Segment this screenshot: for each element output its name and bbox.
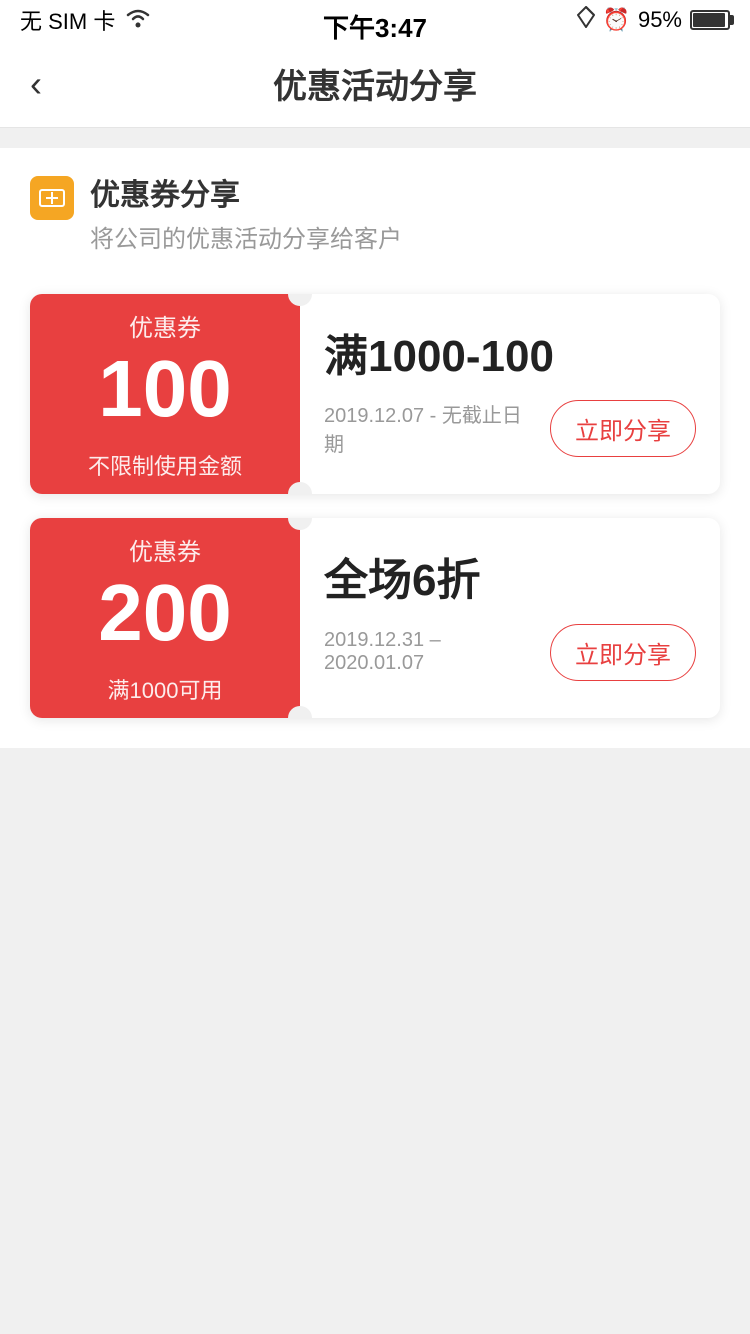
coupon-date-row-1: 2019.12.07 - 无截止日期 立即分享 xyxy=(324,399,696,457)
coupon-card-2: 优惠券 200 满1000可用 全场6折 2019.12.31 – 2020.0… xyxy=(30,518,720,718)
coupon-right-2: 全场6折 2019.12.31 – 2020.01.07 立即分享 xyxy=(300,518,720,718)
coupon-date-1: 2019.12.07 - 无截止日期 xyxy=(324,399,538,457)
back-button[interactable]: ‹ xyxy=(30,66,42,102)
coupon-amount-2: 200 xyxy=(98,573,231,653)
coupon-right-1: 满1000-100 2019.12.07 - 无截止日期 立即分享 xyxy=(300,294,720,494)
coupon-card: 优惠券 100 不限制使用金额 满1000-100 2019.12.07 - 无… xyxy=(30,294,720,494)
coupon-condition-1: 不限制使用金额 xyxy=(88,449,242,481)
coupon-left-1: 优惠券 100 不限制使用金额 xyxy=(30,294,300,494)
battery-icon xyxy=(690,10,730,30)
coupon-date-2: 2019.12.31 – 2020.01.07 xyxy=(324,629,538,675)
section-header: 优惠券分享 将公司的优惠活动分享给客户 xyxy=(0,148,750,274)
section-text: 优惠券分享 将公司的优惠活动分享给客户 xyxy=(90,176,402,254)
section-subtitle: 将公司的优惠活动分享给客户 xyxy=(90,219,402,254)
coupon-left-2: 优惠券 200 满1000可用 xyxy=(30,518,300,718)
status-right: ⏰ 95% xyxy=(577,6,730,34)
wifi-icon xyxy=(123,6,153,34)
carrier-text: 无 SIM 卡 xyxy=(20,4,115,36)
coupon-type-1: 优惠券 xyxy=(129,308,201,343)
share-button-2[interactable]: 立即分享 xyxy=(550,624,696,681)
nav-title: 优惠活动分享 xyxy=(273,59,477,108)
bottom-area xyxy=(0,748,750,1308)
coupon-share-icon xyxy=(30,176,74,220)
clock-icon: ⏰ xyxy=(603,7,630,33)
share-button-1[interactable]: 立即分享 xyxy=(550,400,696,457)
coupon-amount-1: 100 xyxy=(98,349,231,429)
coupon-type-2: 优惠券 xyxy=(129,532,201,567)
section-divider xyxy=(0,128,750,148)
section-title: 优惠券分享 xyxy=(90,176,402,215)
location-icon xyxy=(577,6,595,34)
coupon-name-2: 全场6折 xyxy=(324,555,696,608)
battery-percent: 95% xyxy=(638,7,682,33)
status-bar: 无 SIM 卡 下午3:47 ⏰ 95% xyxy=(0,0,750,40)
coupon-condition-2: 满1000可用 xyxy=(108,673,223,705)
coupon-list: 优惠券 100 不限制使用金额 满1000-100 2019.12.07 - 无… xyxy=(0,274,750,748)
coupon-date-row-2: 2019.12.31 – 2020.01.07 立即分享 xyxy=(324,624,696,681)
status-left: 无 SIM 卡 xyxy=(20,4,153,36)
nav-bar: ‹ 优惠活动分享 xyxy=(0,40,750,128)
coupon-name-1: 满1000-100 xyxy=(324,331,696,384)
